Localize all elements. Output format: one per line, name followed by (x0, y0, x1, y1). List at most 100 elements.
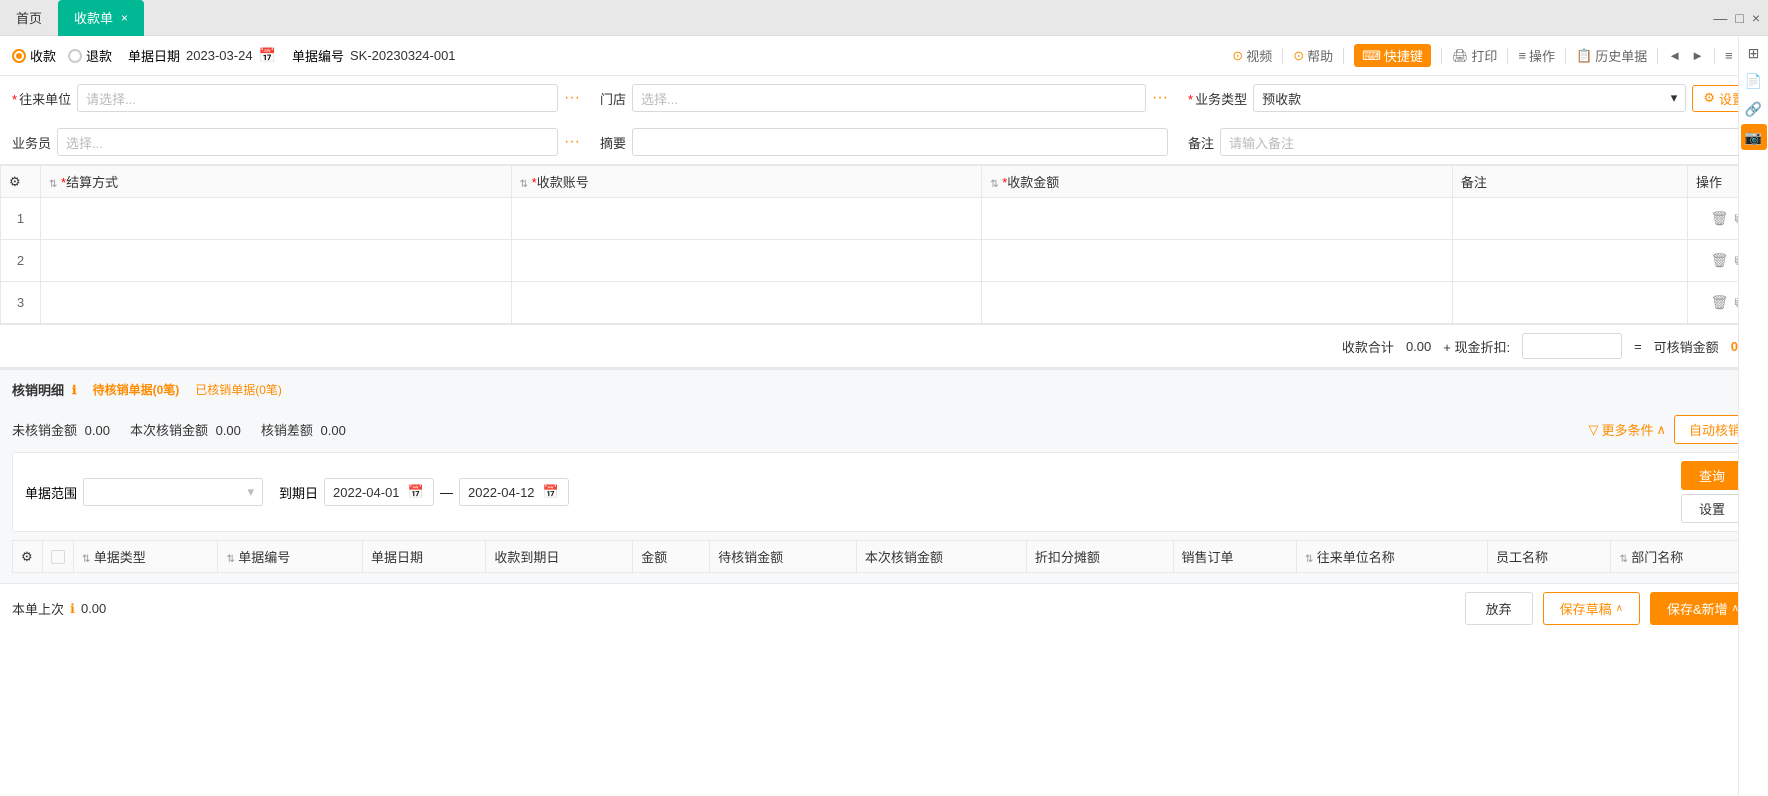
row-2-settle[interactable] (41, 240, 512, 282)
store-input[interactable]: 选择... (632, 84, 1146, 112)
date-from-input[interactable]: 2022-04-01 📅 (324, 478, 434, 506)
toolbar-help[interactable]: ⊙ 帮助 (1293, 46, 1333, 65)
row-2-amount[interactable] (982, 240, 1453, 282)
biz-type-field: 业务类型 预收款 ▾ ⚙ 设置 (1188, 84, 1756, 112)
bottom-table: ⚙ ⇅ 单据类型 ⇅ 单据编号 (12, 540, 1756, 573)
form-header: 收款 退款 单据日期 2023-03-24 📅 单据编号 SK-20230324… (0, 36, 1768, 76)
filter-date: 到期日 2022-04-01 📅 — 2022-04-12 📅 (279, 478, 569, 506)
abstract-label: 摘要 (600, 133, 626, 152)
footer-info-icon[interactable]: ℹ (70, 601, 75, 617)
row-1-remark[interactable] (1452, 198, 1687, 240)
actions-icon: ≡ (1518, 48, 1526, 63)
verification-section: 核销明细 ℹ 待核销单据(0笔) 已核销单据(0笔) 未核销金额 0.00 本次… (0, 367, 1768, 583)
tab-home[interactable]: 首页 (0, 0, 58, 36)
divider7 (1714, 48, 1715, 64)
counterpart-input[interactable]: 请选择... (77, 84, 558, 112)
row-3-account[interactable] (511, 282, 982, 324)
col-remark: 备注 (1452, 166, 1687, 198)
footer-left: 本单上次 ℹ 0.00 (12, 599, 106, 618)
divider1 (1282, 48, 1283, 64)
prev-icon[interactable]: ◄ (1668, 48, 1681, 63)
window-controls: — □ × (1713, 10, 1768, 26)
row-2-num: 2 (1, 240, 41, 282)
query-btn[interactable]: 查询 (1681, 461, 1743, 490)
tab-receipt[interactable]: 收款单 × (58, 0, 144, 36)
row-1-account[interactable] (511, 198, 982, 240)
calendar-to-icon[interactable]: 📅 (543, 484, 559, 500)
row-2-account[interactable] (511, 240, 982, 282)
tab-done[interactable]: 已核销单据(0笔) (195, 381, 282, 398)
biz-type-arrow: ▾ (1671, 90, 1678, 106)
footer-base-label: 本单上次 (12, 599, 64, 618)
verification-tabs: 待核销单据(0笔) 已核销单据(0笔) (93, 381, 282, 398)
store-more[interactable]: ··· (1152, 89, 1168, 107)
row-3-amount[interactable] (982, 282, 1453, 324)
sidebar-doc-icon[interactable]: 📄 (1741, 68, 1767, 94)
date-to-input[interactable]: 2022-04-12 📅 (459, 478, 569, 506)
bottom-col-gear: ⚙ (13, 541, 43, 573)
tab-pending[interactable]: 待核销单据(0笔) (93, 381, 180, 398)
col-amount: ⇅ *收款金额 (982, 166, 1453, 198)
filter-setting-btn[interactable]: 设置 (1681, 494, 1743, 523)
toolbar-shortcut[interactable]: ⌨ 快捷键 (1354, 44, 1431, 67)
minimize-btn[interactable]: — (1713, 10, 1727, 26)
maximize-btn[interactable]: □ (1735, 10, 1743, 26)
toolbar-history[interactable]: 📋 历史单据 (1576, 46, 1647, 65)
sidebar-link-icon[interactable]: 🔗 (1741, 96, 1767, 122)
gear-icon: ⚙ (1703, 90, 1715, 106)
row-1-settle[interactable] (41, 198, 512, 240)
select-all-checkbox[interactable] (51, 550, 65, 564)
row-3-remark[interactable] (1452, 282, 1687, 324)
range-select[interactable]: ▾ (83, 478, 263, 506)
sidebar-camera-icon[interactable]: 📷 (1741, 124, 1767, 150)
salesman-input[interactable]: 选择... (57, 128, 558, 156)
row-2-delete-icon[interactable]: 🗑 (1711, 252, 1729, 269)
toolbar-print[interactable]: 🖨 打印 (1452, 46, 1498, 65)
tab-receipt-close[interactable]: × (121, 11, 128, 25)
toolbar-shortcut-label: 快捷键 (1384, 46, 1423, 65)
discount-input[interactable] (1522, 333, 1622, 359)
more-filter-btn[interactable]: ▽ 更多条件 ∧ (1588, 420, 1666, 439)
row-3-settle[interactable] (41, 282, 512, 324)
remark-input[interactable]: 请输入备注 (1220, 128, 1756, 156)
col-account-sort[interactable]: ⇅ (520, 179, 528, 190)
sidebar-table-icon[interactable]: ⊞ (1741, 40, 1767, 66)
data-table: ⚙ ⇅ *结算方式 ⇅ *收款账号 ⇅ *收款金额 备注 (0, 165, 1768, 324)
calendar-from-icon[interactable]: 📅 (408, 484, 424, 500)
col-dept-sort: ⇅ (1619, 554, 1627, 565)
abstract-input[interactable] (632, 128, 1168, 156)
salesman-more[interactable]: ··· (564, 133, 580, 151)
filter-actions: 查询 设置 (1681, 461, 1743, 523)
right-sidebar: ⊞ 📄 🔗 📷 (1738, 36, 1768, 796)
bottom-gear-icon[interactable]: ⚙ (21, 549, 33, 564)
verification-info-icon[interactable]: ℹ (72, 383, 77, 397)
row-1-num: 1 (1, 198, 41, 240)
toolbar-actions-label: 操作 (1529, 46, 1555, 65)
counterpart-label: 往来单位 (12, 89, 71, 108)
row-2-remark[interactable] (1452, 240, 1687, 282)
draft-label: 保存草稿 (1560, 599, 1612, 618)
radio-receipt[interactable]: 收款 (12, 46, 56, 65)
toolbar-video[interactable]: ⊙ 视频 (1232, 46, 1272, 65)
toolbar-history-label: 历史单据 (1595, 46, 1647, 65)
draft-btn[interactable]: 保存草稿 ∧ (1543, 592, 1640, 625)
radio-refund[interactable]: 退款 (68, 46, 112, 65)
filter-icon: ▽ (1588, 422, 1598, 438)
counterpart-more[interactable]: ··· (564, 89, 580, 107)
radio-group: 收款 退款 (12, 46, 112, 65)
close-btn[interactable]: × (1752, 10, 1760, 26)
col-amount-sort[interactable]: ⇅ (990, 179, 998, 190)
menu-icon[interactable]: ≡ (1725, 48, 1733, 63)
abandon-btn[interactable]: 放弃 (1465, 592, 1533, 625)
section-title: 核销明细 ℹ (12, 380, 77, 399)
date-picker-icon[interactable]: 📅 (259, 47, 276, 64)
next-icon[interactable]: ► (1691, 48, 1704, 63)
row-1-amount[interactable] (982, 198, 1453, 240)
row-3-delete-icon[interactable]: 🗑 (1711, 294, 1729, 311)
col-settle-sort[interactable]: ⇅ (49, 179, 57, 190)
biz-type-select[interactable]: 预收款 ▾ (1253, 84, 1686, 112)
table-gear-icon[interactable]: ⚙ (9, 174, 21, 189)
tab-home-label: 首页 (16, 8, 42, 27)
toolbar-actions[interactable]: ≡ 操作 (1518, 46, 1555, 65)
row-1-delete-icon[interactable]: 🗑 (1711, 210, 1729, 227)
